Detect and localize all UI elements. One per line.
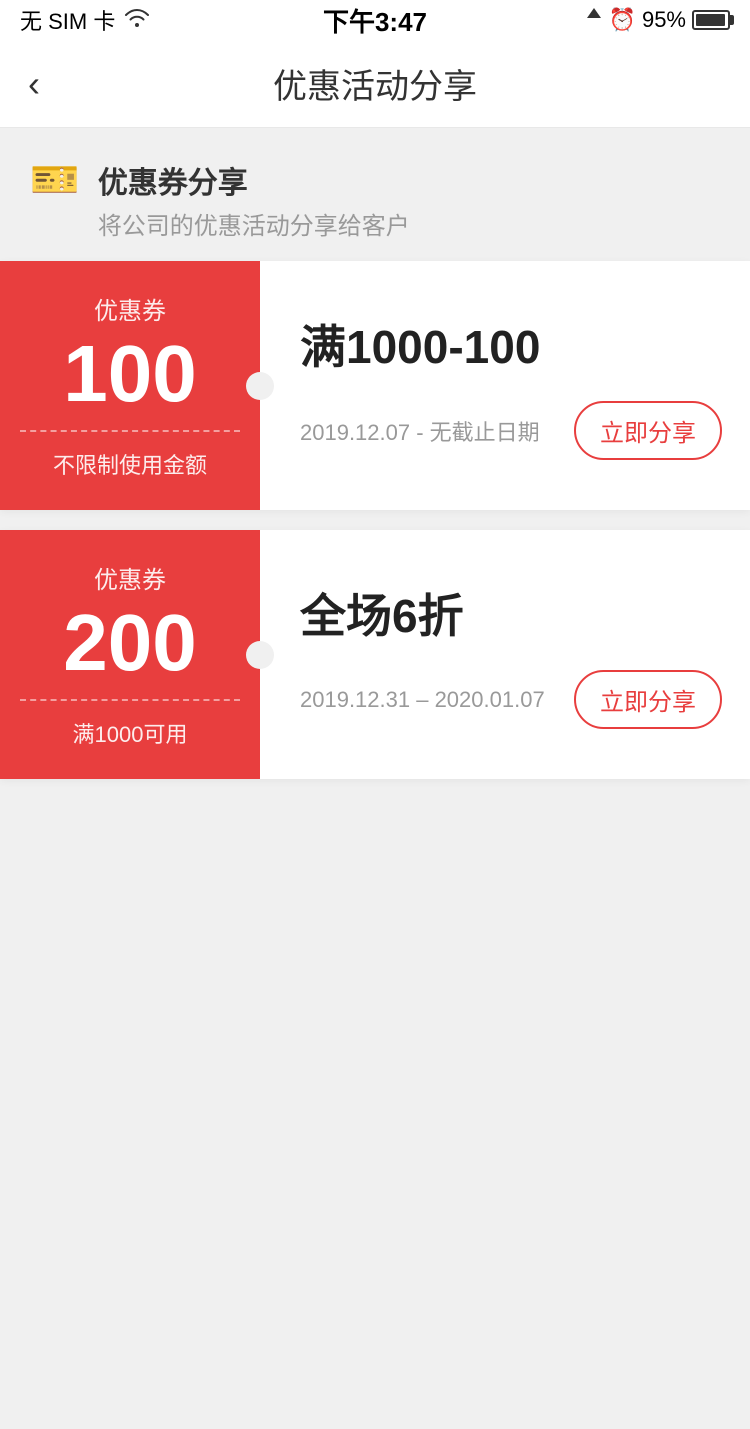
coupon-list: 优惠券 100 不限制使用金额 满1000-100 2019.12.07 - 无… bbox=[0, 261, 750, 829]
coupon-amount: 100 bbox=[63, 334, 196, 414]
battery-icon bbox=[692, 10, 730, 30]
coupon-left-panel: 优惠券 100 不限制使用金额 bbox=[0, 261, 260, 510]
coupon-name: 满1000-100 bbox=[300, 311, 722, 377]
coupon-condition: 满1000可用 bbox=[73, 717, 188, 749]
wifi-icon bbox=[123, 7, 151, 33]
coupon-footer: 2019.12.31 – 2020.01.07 立即分享 bbox=[300, 670, 722, 729]
coupon-name: 全场6折 bbox=[300, 580, 722, 646]
coupon-date: 2019.12.07 - 无截止日期 bbox=[300, 415, 540, 447]
coupon-amount: 200 bbox=[63, 603, 196, 683]
coupon-type-label: 优惠券 bbox=[94, 560, 166, 595]
status-right: ⏰ 95% bbox=[585, 7, 730, 33]
coupon-share-icon: 🎫 bbox=[30, 160, 80, 200]
no-sim-label: 无 SIM 卡 bbox=[20, 4, 115, 36]
coupon-date: 2019.12.31 – 2020.01.07 bbox=[300, 687, 545, 713]
location-icon bbox=[585, 7, 603, 33]
alarm-icon: ⏰ bbox=[609, 7, 636, 33]
coupon-right-panel: 全场6折 2019.12.31 – 2020.01.07 立即分享 bbox=[260, 530, 750, 779]
share-button[interactable]: 立即分享 bbox=[574, 670, 722, 729]
status-time: 下午3:47 bbox=[323, 2, 427, 39]
coupon-left-panel: 优惠券 200 满1000可用 bbox=[0, 530, 260, 779]
coupon-card: 优惠券 200 满1000可用 全场6折 2019.12.31 – 2020.0… bbox=[0, 530, 750, 779]
section-text: 优惠券分享 将公司的优惠活动分享给客户 bbox=[98, 158, 410, 241]
coupon-divider bbox=[20, 430, 240, 432]
coupon-footer: 2019.12.07 - 无截止日期 立即分享 bbox=[300, 401, 722, 460]
section-title: 优惠券分享 bbox=[98, 158, 410, 202]
share-button[interactable]: 立即分享 bbox=[574, 401, 722, 460]
status-bar: 无 SIM 卡 下午3:47 ⏰ 95% bbox=[0, 0, 750, 40]
coupon-left-inner: 优惠券 100 不限制使用金额 bbox=[20, 291, 240, 480]
coupon-card: 优惠券 100 不限制使用金额 满1000-100 2019.12.07 - 无… bbox=[0, 261, 750, 510]
page-title: 优惠活动分享 bbox=[273, 59, 477, 108]
battery-percent: 95% bbox=[642, 7, 686, 33]
coupon-right-panel: 满1000-100 2019.12.07 - 无截止日期 立即分享 bbox=[260, 261, 750, 510]
coupon-divider bbox=[20, 699, 240, 701]
empty-area bbox=[0, 829, 750, 1429]
section-subtitle: 将公司的优惠活动分享给客户 bbox=[98, 206, 410, 241]
coupon-type-label: 优惠券 bbox=[94, 291, 166, 326]
coupon-left-inner: 优惠券 200 满1000可用 bbox=[20, 560, 240, 749]
nav-bar: ‹ 优惠活动分享 bbox=[0, 40, 750, 128]
coupon-condition: 不限制使用金额 bbox=[53, 448, 207, 480]
section-header: 🎫 优惠券分享 将公司的优惠活动分享给客户 bbox=[0, 128, 750, 261]
status-left: 无 SIM 卡 bbox=[20, 4, 151, 36]
back-button[interactable]: ‹ bbox=[28, 63, 40, 105]
